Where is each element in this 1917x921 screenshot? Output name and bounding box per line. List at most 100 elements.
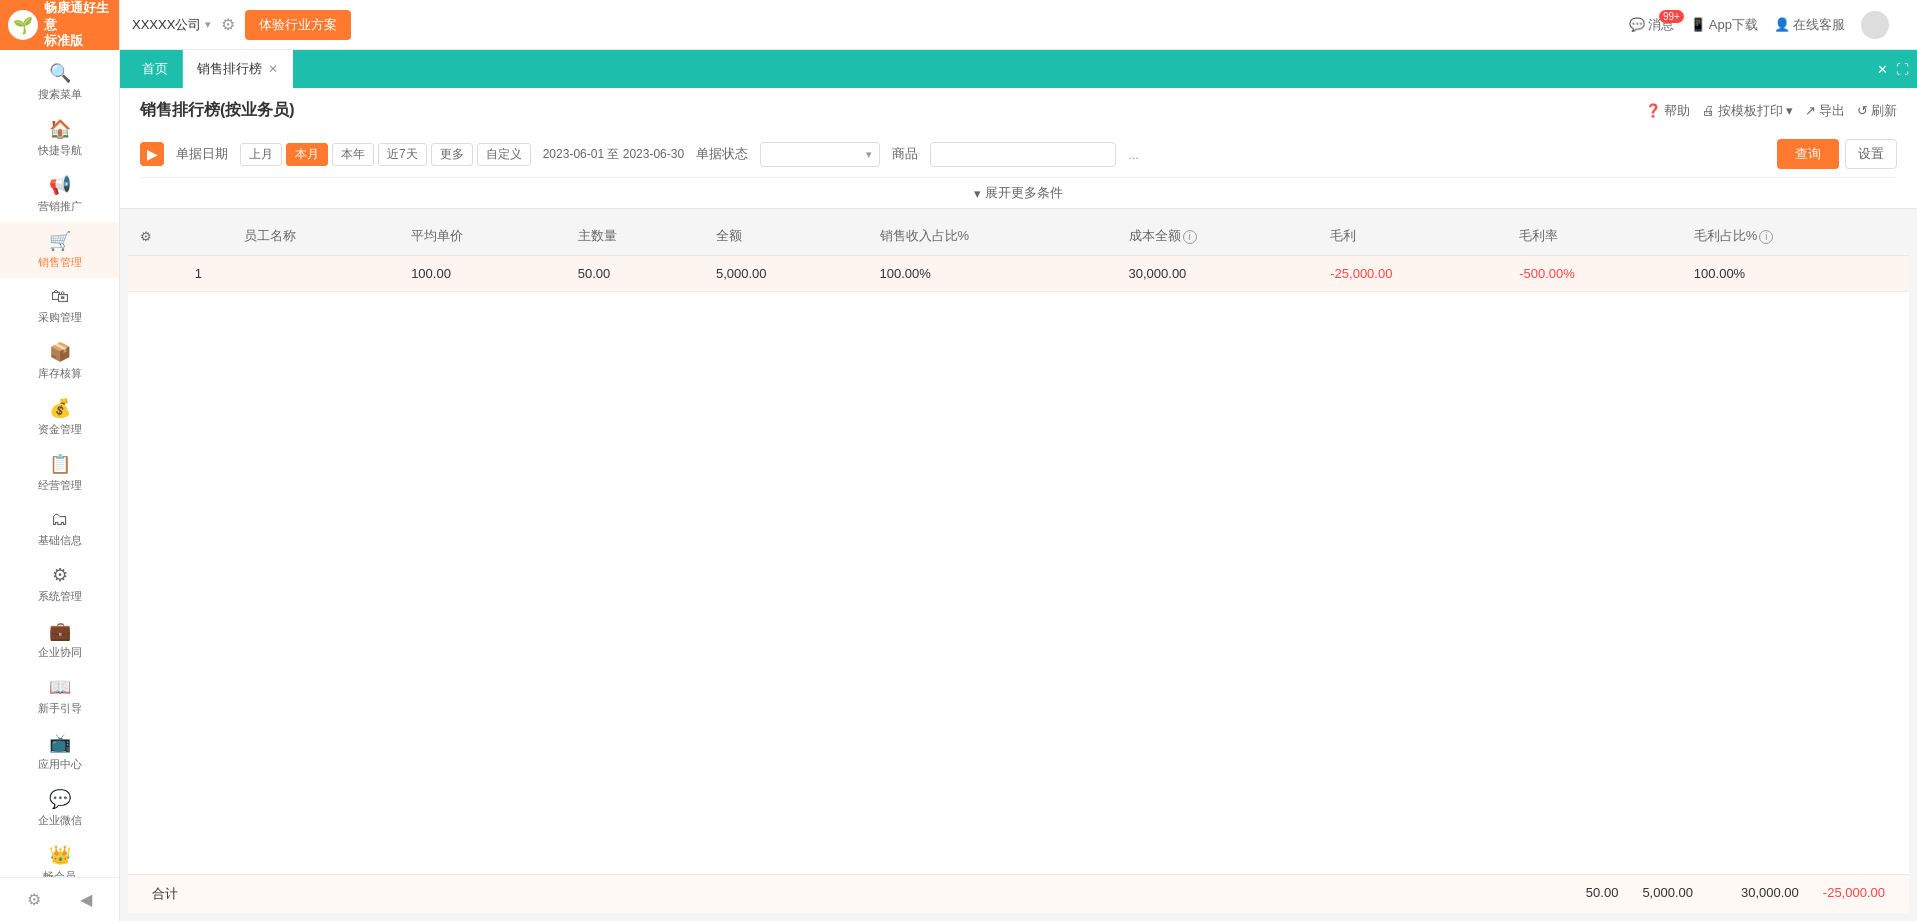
cell-0-0 bbox=[128, 256, 164, 292]
topbar-gear-icon[interactable]: ⚙ bbox=[221, 15, 235, 34]
sidebar-logo: 🌱 畅康通好生意 标准版 bbox=[0, 0, 119, 50]
more-filters-ellipsis[interactable]: ... bbox=[1128, 147, 1139, 162]
page-content: 销售排行榜(按业务员) ❓ 帮助 🖨 按模板打印 ▾ ↗ 导出 bbox=[120, 88, 1917, 921]
sidebar-label-12: 应用中心 bbox=[38, 757, 82, 772]
cost-info-icon[interactable]: i bbox=[1183, 230, 1197, 244]
sidebar-label-7: 经营管理 bbox=[38, 478, 82, 493]
sidebar-icon-0: 🔍 bbox=[49, 62, 71, 84]
tab-sales-ranking[interactable]: 销售排行榜 ✕ bbox=[183, 50, 293, 88]
status-select-wrap bbox=[760, 142, 880, 167]
sidebar-label-9: 系统管理 bbox=[38, 589, 82, 604]
tab-sales-label: 销售排行榜 bbox=[197, 60, 262, 78]
status-filter-label: 单据状态 bbox=[696, 145, 748, 163]
col-rank bbox=[164, 217, 232, 256]
footer-amount: 5,000.00 bbox=[1630, 885, 1705, 903]
col-settings[interactable]: ⚙ bbox=[128, 217, 164, 256]
sidebar-item-7[interactable]: 📋 经营管理 bbox=[0, 445, 119, 501]
company-selector[interactable]: XXXXX公司 ▾ bbox=[132, 16, 211, 34]
service-icon: 👤 bbox=[1774, 17, 1790, 32]
sidebar-item-1[interactable]: 🏠 快捷导航 bbox=[0, 110, 119, 166]
sidebar-item-11[interactable]: 📖 新手引导 bbox=[0, 668, 119, 724]
tabbar-close-icon[interactable]: ✕ bbox=[1877, 62, 1888, 77]
company-arrow-icon: ▾ bbox=[205, 18, 211, 31]
sidebar-icon-4: 🛍 bbox=[51, 286, 69, 307]
tabbar-maximize-icon[interactable]: ⛶ bbox=[1896, 62, 1909, 77]
sidebar-item-8[interactable]: 🗂 基础信息 bbox=[0, 501, 119, 556]
gross-pct-info-icon[interactable]: i bbox=[1759, 230, 1773, 244]
filter-expand-btn[interactable]: ▶ bbox=[140, 142, 164, 166]
help-btn[interactable]: ❓ 帮助 bbox=[1645, 102, 1690, 120]
user-avatar[interactable] bbox=[1861, 11, 1889, 39]
sidebar-icon-2: 📢 bbox=[49, 174, 71, 196]
page-actions: ❓ 帮助 🖨 按模板打印 ▾ ↗ 导出 ↺ 刷新 bbox=[1645, 102, 1897, 120]
tabbar: 首页 销售排行榜 ✕ ✕ ⛶ bbox=[120, 50, 1917, 88]
sidebar-icon-13: 💬 bbox=[49, 788, 71, 810]
last-month-btn[interactable]: 上月 bbox=[240, 143, 282, 166]
sidebar-item-12[interactable]: 📺 应用中心 bbox=[0, 724, 119, 780]
sidebar-item-9[interactable]: ⚙ 系统管理 bbox=[0, 556, 119, 612]
message-icon: 💬 bbox=[1629, 17, 1645, 32]
help-icon: ❓ bbox=[1645, 103, 1661, 118]
this-year-btn[interactable]: 本年 bbox=[332, 143, 374, 166]
custom-btn[interactable]: 自定义 bbox=[477, 143, 531, 166]
sidebar-icon-6: 💰 bbox=[49, 397, 71, 419]
col-cost: 成本全额i bbox=[1117, 217, 1319, 256]
sidebar-item-10[interactable]: 💼 企业协同 bbox=[0, 612, 119, 668]
sidebar-collapse-btn[interactable]: ◀ bbox=[76, 886, 96, 913]
table-area: ⚙ 员工名称 平均单价 主数量 全额 销售收入占比% 成本全额i 毛利 毛利率 … bbox=[128, 217, 1909, 913]
sidebar-icon-8: 🗂 bbox=[51, 509, 69, 530]
sidebar-label-2: 营销推广 bbox=[38, 199, 82, 214]
sidebar-bottom: ⚙ ◀ bbox=[0, 877, 119, 921]
cell-0-5: 5,000.00 bbox=[704, 256, 868, 292]
export-btn[interactable]: ↗ 导出 bbox=[1805, 102, 1845, 120]
data-table: ⚙ 员工名称 平均单价 主数量 全额 销售收入占比% 成本全额i 毛利 毛利率 … bbox=[128, 217, 1909, 292]
status-select[interactable] bbox=[760, 142, 880, 167]
footer-total-label: 合计 bbox=[140, 885, 190, 903]
sidebar-icon-7: 📋 bbox=[49, 453, 71, 475]
sidebar-nav: 🔍 搜索菜单 🏠 快捷导航 📢 营销推广 🛒 销售管理 🛍 采购管理 📦 库存核… bbox=[0, 50, 119, 877]
footer-spacer2 bbox=[1705, 885, 1729, 903]
footer-quantity: 50.00 bbox=[1574, 885, 1631, 903]
print-arrow-icon: ▾ bbox=[1786, 103, 1793, 118]
expand-more-btn[interactable]: ▾ 展开更多条件 bbox=[974, 184, 1063, 202]
print-btn[interactable]: 🖨 按模板打印 ▾ bbox=[1702, 102, 1793, 120]
this-month-btn[interactable]: 本月 bbox=[286, 143, 328, 166]
col-avg-price: 平均单价 bbox=[399, 217, 566, 256]
sidebar-item-6[interactable]: 💰 资金管理 bbox=[0, 389, 119, 445]
online-service-btn[interactable]: 👤 在线客服 bbox=[1774, 16, 1845, 34]
goods-input[interactable] bbox=[930, 142, 1116, 167]
sidebar-icon-11: 📖 bbox=[49, 676, 71, 698]
sidebar-item-5[interactable]: 📦 库存核算 bbox=[0, 333, 119, 389]
sidebar-label-14: 畅会员 bbox=[43, 869, 76, 877]
main-area: XXXXX公司 ▾ ⚙ 体验行业方案 💬 消息 99+ 📱 App下载 👤 在线… bbox=[120, 0, 1917, 921]
sidebar-item-2[interactable]: 📢 营销推广 bbox=[0, 166, 119, 222]
cell-0-1: 1 bbox=[164, 256, 232, 292]
col-amount: 全额 bbox=[704, 217, 868, 256]
query-btn[interactable]: 查询 bbox=[1777, 139, 1839, 169]
sidebar-item-3[interactable]: 🛒 销售管理 bbox=[0, 222, 119, 278]
cell-0-9: -500.00% bbox=[1507, 256, 1682, 292]
refresh-btn[interactable]: ↺ 刷新 bbox=[1857, 102, 1897, 120]
last7-btn[interactable]: 近7天 bbox=[378, 143, 427, 166]
sidebar-item-14[interactable]: 👑 畅会员 bbox=[0, 836, 119, 877]
tab-home[interactable]: 首页 bbox=[128, 50, 183, 88]
sidebar-item-0[interactable]: 🔍 搜索菜单 bbox=[0, 54, 119, 110]
message-btn[interactable]: 💬 消息 99+ bbox=[1629, 16, 1674, 34]
sidebar-item-13[interactable]: 💬 企业微信 bbox=[0, 780, 119, 836]
refresh-icon: ↺ bbox=[1857, 103, 1868, 118]
sidebar-item-4[interactable]: 🛍 采购管理 bbox=[0, 278, 119, 333]
sidebar-label-1: 快捷导航 bbox=[38, 143, 82, 158]
sidebar-icon-3: 🛒 bbox=[49, 230, 71, 252]
col-name: 员工名称 bbox=[232, 217, 399, 256]
cell-0-8: -25,000.00 bbox=[1318, 256, 1507, 292]
sidebar-label-11: 新手引导 bbox=[38, 701, 82, 716]
more-btn[interactable]: 更多 bbox=[431, 143, 473, 166]
sidebar-icon-5: 📦 bbox=[49, 341, 71, 363]
sidebar-settings-btn[interactable]: ⚙ bbox=[23, 886, 45, 913]
app-download-btn[interactable]: 📱 App下载 bbox=[1690, 16, 1758, 34]
setting-btn[interactable]: 设置 bbox=[1845, 139, 1897, 169]
tab-close-icon[interactable]: ✕ bbox=[268, 63, 278, 75]
trial-btn[interactable]: 体验行业方案 bbox=[245, 10, 351, 40]
sidebar-icon-14: 👑 bbox=[49, 844, 71, 866]
sidebar-label-8: 基础信息 bbox=[38, 533, 82, 548]
